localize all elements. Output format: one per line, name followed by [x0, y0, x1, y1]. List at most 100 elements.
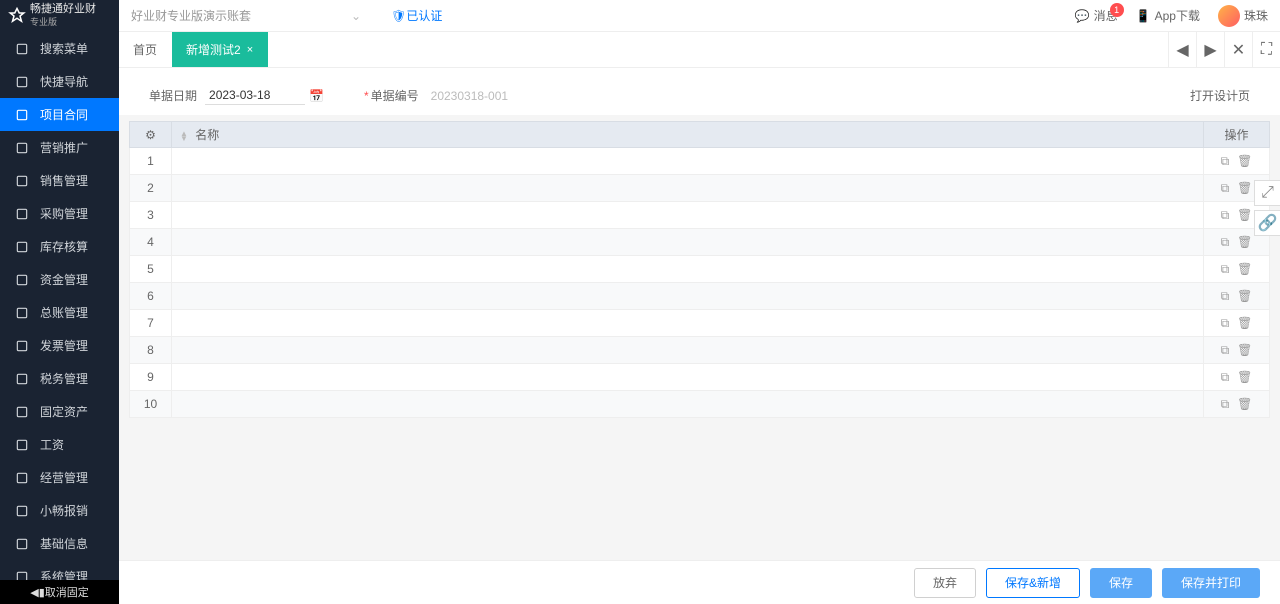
- tab-新增测试2[interactable]: 新增测试2×: [172, 32, 268, 67]
- table-row: 8⧉🗑: [130, 337, 1270, 364]
- copy-row-icon[interactable]: ⧉: [1221, 289, 1230, 304]
- tab-首页[interactable]: 首页: [119, 32, 172, 67]
- sidebar-item-ledger[interactable]: 总账管理: [0, 296, 119, 329]
- th-name[interactable]: ▲▼ 名称: [172, 122, 1204, 148]
- tab-prev-button[interactable]: ◀: [1168, 32, 1196, 68]
- open-design-link[interactable]: 打开设计页: [1190, 87, 1250, 104]
- cell-name[interactable]: [172, 310, 1204, 337]
- sidebar-item-tax[interactable]: 税务管理: [0, 362, 119, 395]
- delete-row-icon[interactable]: 🗑: [1237, 235, 1252, 250]
- sidebar-item-doc[interactable]: 项目合同: [0, 98, 119, 131]
- cell-ops: ⧉🗑: [1204, 391, 1270, 418]
- sidebar-item-report[interactable]: 小畅报销: [0, 494, 119, 527]
- sidebar-item-search[interactable]: 搜索菜单: [0, 32, 119, 65]
- copy-row-icon[interactable]: ⧉: [1221, 181, 1230, 196]
- cell-name[interactable]: [172, 175, 1204, 202]
- delete-row-icon[interactable]: 🗑: [1237, 208, 1252, 223]
- tab-close-button[interactable]: ✕: [1224, 32, 1252, 68]
- sidebar-item-label: 营销推广: [40, 139, 88, 156]
- copy-row-icon[interactable]: ⧉: [1221, 316, 1230, 331]
- calendar-icon[interactable]: 📅: [309, 89, 324, 103]
- save-button[interactable]: 保存: [1090, 568, 1152, 598]
- table-row: 2⧉🗑: [130, 175, 1270, 202]
- sidebar-item-invoice[interactable]: 发票管理: [0, 329, 119, 362]
- delete-row-icon[interactable]: 🗑: [1237, 316, 1252, 331]
- cell-name[interactable]: [172, 337, 1204, 364]
- sidebar-item-base[interactable]: 基础信息: [0, 527, 119, 560]
- sidebar-item-box[interactable]: 库存核算: [0, 230, 119, 263]
- pin-icon: ◀▮: [30, 586, 45, 599]
- copy-row-icon[interactable]: ⧉: [1221, 154, 1230, 169]
- download-label: App下载: [1155, 7, 1200, 24]
- cell-name[interactable]: [172, 256, 1204, 283]
- table-row: 9⧉🗑: [130, 364, 1270, 391]
- close-icon[interactable]: ×: [247, 44, 253, 56]
- cell-name[interactable]: [172, 364, 1204, 391]
- sidebar-item-salary[interactable]: 工资: [0, 428, 119, 461]
- cell-name[interactable]: [172, 148, 1204, 175]
- shield-icon: 🛡: [391, 9, 406, 23]
- asset-icon: [14, 404, 30, 420]
- sidebar-item-label: 税务管理: [40, 370, 88, 387]
- sidebar-item-label: 基础信息: [40, 535, 88, 552]
- row-index: 5: [130, 256, 172, 283]
- delete-row-icon[interactable]: 🗑: [1237, 397, 1252, 412]
- copy-row-icon[interactable]: ⧉: [1221, 397, 1230, 412]
- copy-row-icon[interactable]: ⧉: [1221, 235, 1230, 250]
- row-index: 8: [130, 337, 172, 364]
- delete-row-icon[interactable]: 🗑: [1237, 262, 1252, 277]
- copy-row-icon[interactable]: ⧉: [1221, 262, 1230, 277]
- sidebar-item-money[interactable]: 资金管理: [0, 263, 119, 296]
- app-download-button[interactable]: 📱 App下载: [1136, 7, 1200, 24]
- cell-ops: ⧉🗑: [1204, 337, 1270, 364]
- sidebar: 畅捷通好业财 专业版 搜索菜单快捷导航项目合同营销推广销售管理采购管理库存核算资…: [0, 0, 119, 604]
- cert-badge: 🛡 已认证: [391, 7, 442, 24]
- report-icon: [14, 503, 30, 519]
- sidebar-item-label: 工资: [40, 436, 64, 453]
- row-index: 3: [130, 202, 172, 229]
- data-table: ⚙ ▲▼ 名称 操作 1⧉🗑2⧉🗑3⧉🗑4⧉🗑5⧉🗑6⧉🗑7⧉🗑8⧉🗑9⧉🗑10…: [129, 121, 1270, 418]
- tab-next-button[interactable]: ▶: [1196, 32, 1224, 68]
- sidebar-item-label: 销售管理: [40, 172, 88, 189]
- user-menu[interactable]: 珠珠: [1218, 5, 1268, 27]
- delete-row-icon[interactable]: 🗑: [1237, 343, 1252, 358]
- sidebar-footer-label: 取消固定: [45, 584, 89, 600]
- cell-name[interactable]: [172, 391, 1204, 418]
- org-selector[interactable]: 好业财专业版演示账套 ⌄: [131, 7, 361, 24]
- expand-tool[interactable]: ⤢: [1254, 180, 1280, 206]
- delete-row-icon[interactable]: 🗑: [1237, 370, 1252, 385]
- date-label: 单据日期: [149, 87, 197, 104]
- fullscreen-button[interactable]: ⛶: [1252, 32, 1280, 68]
- sidebar-item-mgmt[interactable]: 经营管理: [0, 461, 119, 494]
- cell-name[interactable]: [172, 202, 1204, 229]
- sidebar-item-label: 搜索菜单: [40, 40, 88, 57]
- copy-row-icon[interactable]: ⧉: [1221, 343, 1230, 358]
- link-tool[interactable]: 🔗: [1254, 210, 1280, 236]
- sidebar-item-cart[interactable]: 采购管理: [0, 197, 119, 230]
- copy-row-icon[interactable]: ⧉: [1221, 370, 1230, 385]
- sidebar-item-home[interactable]: 快捷导航: [0, 65, 119, 98]
- notifications-button[interactable]: 💬 消息 1: [1075, 7, 1118, 24]
- th-settings[interactable]: ⚙: [130, 122, 172, 148]
- logo: 畅捷通好业财 专业版: [0, 0, 119, 32]
- sidebar-item-tag[interactable]: 销售管理: [0, 164, 119, 197]
- delete-row-icon[interactable]: 🗑: [1237, 154, 1252, 169]
- discard-button[interactable]: 放弃: [914, 568, 976, 598]
- required-marker: *: [364, 89, 369, 103]
- sidebar-item-label: 库存核算: [40, 238, 88, 255]
- copy-row-icon[interactable]: ⧉: [1221, 208, 1230, 223]
- cell-name[interactable]: [172, 283, 1204, 310]
- sidebar-item-label: 固定资产: [40, 403, 88, 420]
- date-input[interactable]: [205, 86, 305, 105]
- save-and-print-button[interactable]: 保存并打印: [1162, 568, 1260, 598]
- tab-bar: 首页新增测试2× ◀ ▶ ✕ ⛶: [119, 32, 1280, 68]
- sidebar-pin-toggle[interactable]: ◀▮ 取消固定: [0, 580, 119, 604]
- delete-row-icon[interactable]: 🗑: [1237, 289, 1252, 304]
- sidebar-item-asset[interactable]: 固定资产: [0, 395, 119, 428]
- delete-row-icon[interactable]: 🗑: [1237, 181, 1252, 196]
- search-icon: [14, 41, 30, 57]
- sort-icon: ▲▼: [180, 131, 188, 141]
- sidebar-item-gift[interactable]: 营销推广: [0, 131, 119, 164]
- cell-name[interactable]: [172, 229, 1204, 256]
- save-and-new-button[interactable]: 保存&新增: [986, 568, 1080, 598]
